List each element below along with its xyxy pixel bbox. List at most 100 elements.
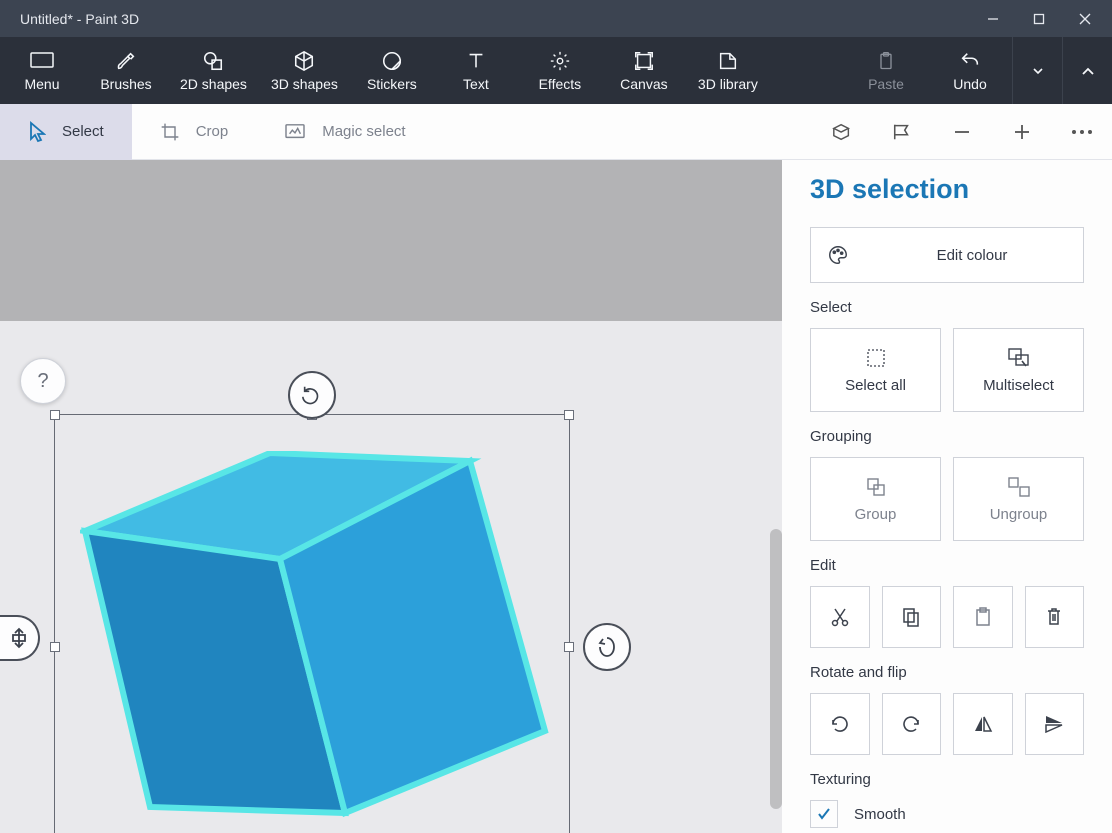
close-button[interactable] — [1062, 0, 1108, 37]
view-3d-button[interactable] — [812, 104, 872, 160]
edit-section-label: Edit — [810, 557, 1084, 574]
brushes-label: Brushes — [100, 76, 151, 92]
rotate-y-handle[interactable] — [583, 623, 631, 671]
text-icon — [465, 50, 487, 72]
collapse-ribbon[interactable] — [1062, 37, 1112, 104]
rotate-ccw-button[interactable] — [810, 693, 870, 755]
effects-label: Effects — [539, 76, 582, 92]
flag-icon — [891, 122, 913, 142]
library3d-icon — [717, 50, 739, 72]
canvas-scrollbar[interactable] — [770, 529, 782, 809]
minus-icon — [952, 122, 972, 142]
maximize-button[interactable] — [1016, 0, 1062, 37]
scissors-icon — [831, 606, 849, 628]
group-icon — [866, 476, 886, 498]
zoom-in-button[interactable] — [992, 104, 1052, 160]
magic-select-tool[interactable]: Magic select — [256, 104, 433, 160]
shapes3d-label: 3D shapes — [271, 76, 338, 92]
secondary-toolbar: Select Crop Magic select — [0, 104, 1112, 160]
library3d-button[interactable]: 3D library — [686, 37, 770, 104]
select-tool[interactable]: Select — [0, 104, 132, 160]
plus-icon — [1012, 122, 1032, 142]
multiselect-icon — [1008, 347, 1030, 369]
texturing-section-label: Texturing — [810, 771, 1084, 788]
ellipsis-icon — [1071, 129, 1093, 135]
rotate-cw-button[interactable] — [882, 693, 942, 755]
copy-icon — [902, 606, 920, 628]
rotate-z-handle[interactable] — [288, 371, 336, 419]
crop-label: Crop — [196, 123, 229, 140]
rotate-section-label: Rotate and flip — [810, 664, 1084, 681]
canvas-label: Canvas — [620, 76, 667, 92]
library3d-label: 3D library — [698, 76, 758, 92]
undo-icon — [959, 50, 981, 72]
shapes2d-button[interactable]: 2D shapes — [168, 37, 259, 104]
help-bubble[interactable]: ? — [20, 358, 66, 404]
smooth-option[interactable]: Smooth — [810, 800, 1084, 828]
copy-button[interactable] — [882, 586, 942, 648]
menu-icon — [30, 50, 54, 72]
text-button[interactable]: Text — [434, 37, 518, 104]
canvas-button[interactable]: Canvas — [602, 37, 686, 104]
crop-tool[interactable]: Crop — [132, 104, 257, 160]
trash-icon — [1046, 606, 1062, 628]
canvas-area[interactable]: ? — [0, 160, 782, 833]
ungroup-button: Ungroup — [953, 457, 1084, 541]
menu-button[interactable]: Menu — [0, 37, 84, 104]
minimize-button[interactable] — [970, 0, 1016, 37]
select-section-label: Select — [810, 299, 1084, 316]
handle-right[interactable] — [564, 642, 574, 652]
select-all-button[interactable]: Select all — [810, 328, 941, 412]
palette-icon — [827, 244, 849, 266]
history-dropdown[interactable] — [1012, 37, 1062, 104]
handle-left[interactable] — [50, 642, 60, 652]
cut-button[interactable] — [810, 586, 870, 648]
edit-colour-label: Edit colour — [877, 247, 1067, 264]
paste-button: Paste — [844, 37, 928, 104]
panel-title: 3D selection — [810, 174, 1084, 205]
side-panel: 3D selection Edit colour Select Select a… — [782, 160, 1112, 833]
smooth-checkbox[interactable] — [810, 800, 838, 828]
handle-top-left[interactable] — [50, 410, 60, 420]
perspective-button[interactable] — [872, 104, 932, 160]
group-button: Group — [810, 457, 941, 541]
multiselect-label: Multiselect — [983, 377, 1054, 394]
rotate-cw-icon — [901, 713, 921, 735]
effects-button[interactable]: Effects — [518, 37, 602, 104]
ungroup-icon — [1008, 476, 1030, 498]
group-label: Group — [855, 506, 897, 523]
cursor-icon — [28, 121, 46, 143]
undo-label: Undo — [953, 76, 986, 92]
effects-icon — [549, 50, 571, 72]
crop-icon — [160, 122, 180, 142]
multiselect-button[interactable]: Multiselect — [953, 328, 1084, 412]
flip-v-icon — [1044, 713, 1064, 735]
flip-h-icon — [973, 713, 993, 735]
window-title: Untitled* - Paint 3D — [20, 11, 970, 27]
grouping-section-label: Grouping — [810, 428, 1084, 445]
smooth-label: Smooth — [854, 806, 906, 823]
stickers-button[interactable]: Stickers — [350, 37, 434, 104]
flip-horizontal-button[interactable] — [953, 693, 1013, 755]
shapes3d-button[interactable]: 3D shapes — [259, 37, 350, 104]
zoom-out-button[interactable] — [932, 104, 992, 160]
select-all-label: Select all — [845, 377, 906, 394]
more-button[interactable] — [1052, 104, 1112, 160]
delete-button[interactable] — [1025, 586, 1085, 648]
undo-button[interactable]: Undo — [928, 37, 1012, 104]
menu-label: Menu — [24, 76, 59, 92]
select-all-icon — [866, 347, 886, 369]
shapes3d-icon — [293, 50, 315, 72]
shapes2d-icon — [202, 50, 224, 72]
flip-vertical-button[interactable] — [1025, 693, 1085, 755]
canvas-icon — [633, 50, 655, 72]
edit-colour-button[interactable]: Edit colour — [810, 227, 1084, 283]
magic-select-label: Magic select — [322, 123, 405, 140]
brushes-button[interactable]: Brushes — [84, 37, 168, 104]
brush-icon — [115, 50, 137, 72]
handle-top-right[interactable] — [564, 410, 574, 420]
selection-box[interactable] — [54, 414, 570, 833]
paste-label: Paste — [868, 76, 904, 92]
text-label: Text — [463, 76, 489, 92]
shapes2d-label: 2D shapes — [180, 76, 247, 92]
